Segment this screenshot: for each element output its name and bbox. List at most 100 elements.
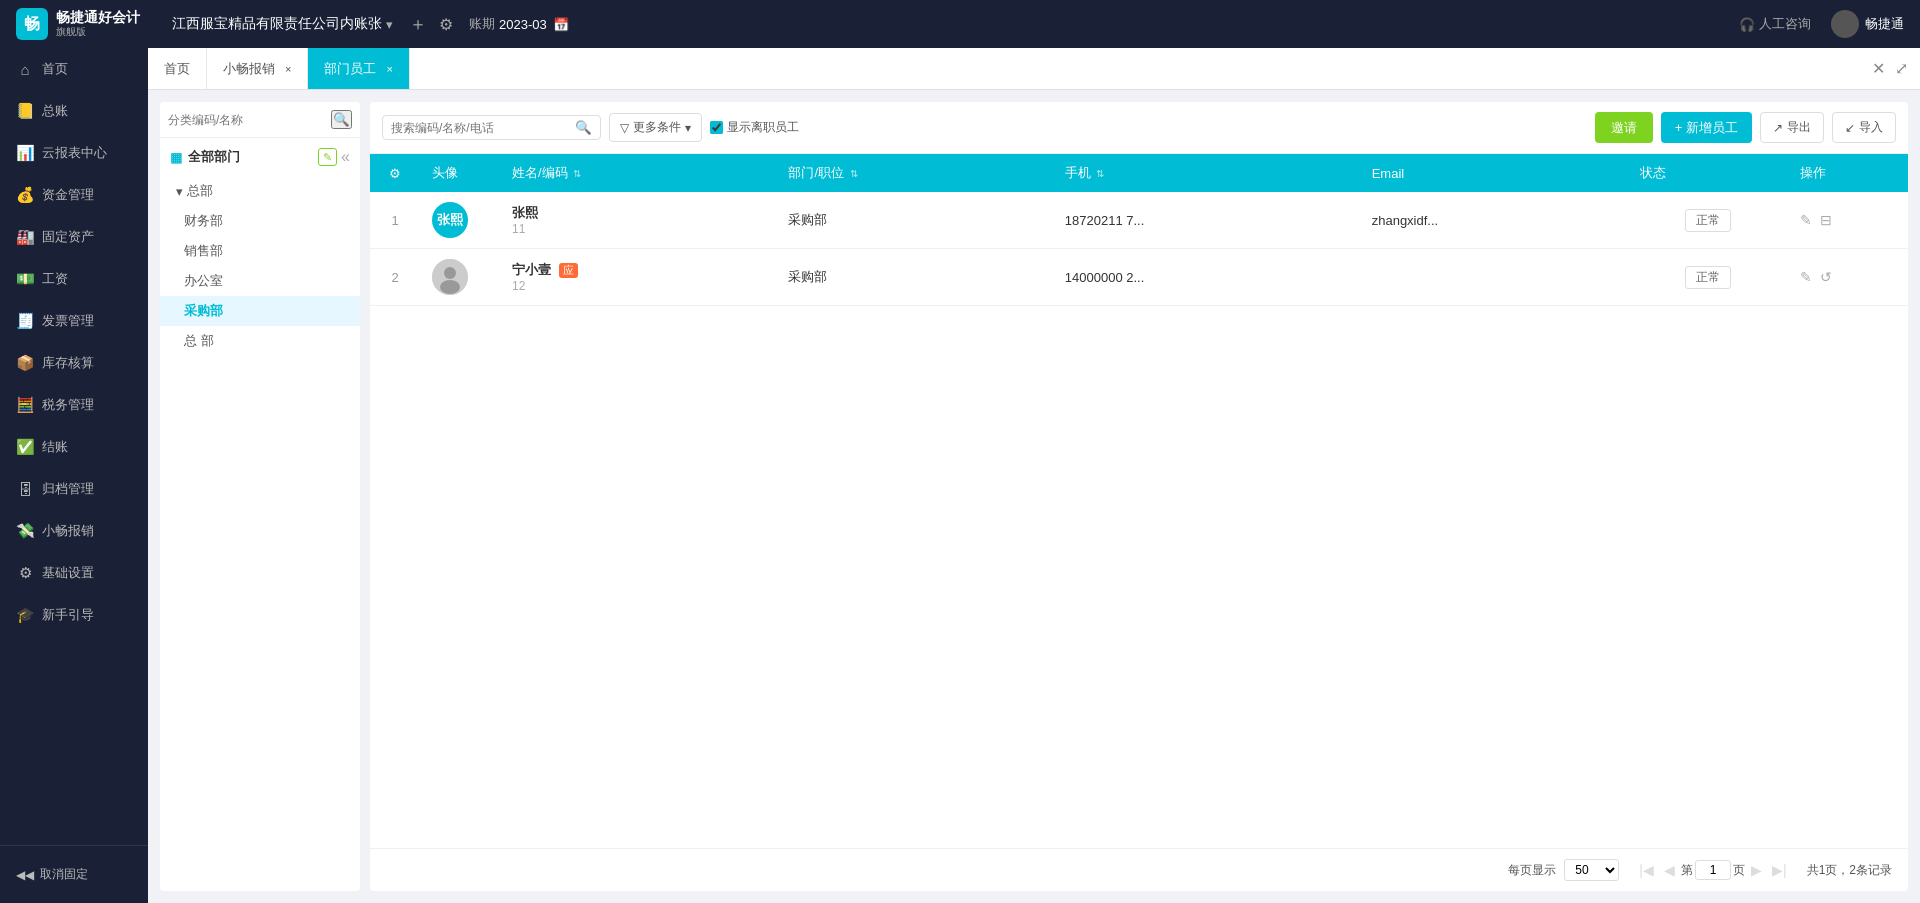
user-menu[interactable]: 畅捷通 xyxy=(1831,10,1904,38)
dept-node-purchase[interactable]: 采购部 xyxy=(160,296,360,326)
company-name: 江西服宝精品有限责任公司内账张 xyxy=(172,15,382,33)
invite-btn[interactable]: 邀请 xyxy=(1595,112,1653,143)
emp-name-2: 宁小壹 xyxy=(512,261,551,279)
sidebar-item-archive[interactable]: 🗄 归档管理 xyxy=(0,468,148,510)
add-emp-btn[interactable]: + 新增员工 xyxy=(1661,112,1752,143)
dept-search-icon[interactable]: 🔍 xyxy=(331,110,352,129)
sidebar-item-tax[interactable]: 🧮 税务管理 xyxy=(0,384,148,426)
dept-node-finance[interactable]: 财务部 xyxy=(160,206,360,236)
sidebar-item-expense[interactable]: 💸 小畅报销 xyxy=(0,510,148,552)
dept-search-bar: 🔍 xyxy=(160,102,360,138)
sidebar-item-inventory[interactable]: 📦 库存核算 xyxy=(0,342,148,384)
page-input[interactable] xyxy=(1695,860,1731,880)
status-badge-1: 正常 xyxy=(1685,209,1731,232)
cancel-fixed-btn[interactable]: ◀◀ 取消固定 xyxy=(0,856,148,893)
export-icon: ↗ xyxy=(1773,121,1783,135)
tab-expand-btn[interactable]: ⤢ xyxy=(1895,59,1908,78)
filter-btn[interactable]: ▽ 更多条件 ▾ xyxy=(609,113,702,142)
dept-node-office[interactable]: 办公室 xyxy=(160,266,360,296)
logout-icon-1[interactable]: ⊟ xyxy=(1820,212,1832,228)
invoice-icon: 🧾 xyxy=(16,312,34,330)
tab-dept-emp[interactable]: 部门员工 × xyxy=(308,48,409,89)
emp-tag-2: 应 xyxy=(559,263,578,278)
show-resigned-checkbox[interactable] xyxy=(710,121,723,134)
toolbar-right: 邀请 + 新增员工 ↗ 导出 ↙ 导入 xyxy=(1595,112,1896,143)
sidebar-item-funds[interactable]: 💰 资金管理 xyxy=(0,174,148,216)
emp-table: ⚙ 头像 姓名/编码 ⇅ 部门/职位 ⇅ 手机 ⇅ Email 状态 操作 xyxy=(370,154,1908,306)
page-prev-btn[interactable]: ◀ xyxy=(1660,860,1679,880)
sidebar-label-funds: 资金管理 xyxy=(42,186,94,204)
content-area: 首页 小畅报销 × 部门员工 × ✕ ⤢ 🔍 xyxy=(148,48,1920,903)
sidebar-label-guide: 新手引导 xyxy=(42,606,94,624)
company-dropdown-icon[interactable]: ▾ xyxy=(386,17,393,32)
sidebar-item-invoice[interactable]: 🧾 发票管理 xyxy=(0,300,148,342)
sidebar-item-ledger[interactable]: 📒 总账 xyxy=(0,90,148,132)
checkout-icon: ✅ xyxy=(16,438,34,456)
th-dept-pos[interactable]: 部门/职位 ⇅ xyxy=(776,154,1052,192)
th-phone[interactable]: 手机 ⇅ xyxy=(1053,154,1360,192)
th-actions: 操作 xyxy=(1788,154,1908,192)
page-last-btn[interactable]: ▶| xyxy=(1768,860,1791,880)
tab-expense[interactable]: 小畅报销 × xyxy=(207,48,308,89)
row-phone-1: 18720211 7... xyxy=(1053,192,1360,249)
emp-search-btn[interactable]: 🔍 xyxy=(575,120,592,135)
sidebar-item-reports[interactable]: 📊 云报表中心 xyxy=(0,132,148,174)
row-email-2 xyxy=(1360,249,1628,306)
settings-icon[interactable]: ⚙ xyxy=(439,15,453,34)
page-unit-label: 页 xyxy=(1733,862,1745,879)
dept-node-sales[interactable]: 销售部 xyxy=(160,236,360,266)
tab-dept-emp-close[interactable]: × xyxy=(386,63,392,75)
page-next-btn[interactable]: ▶ xyxy=(1747,860,1766,880)
dept-collapse-icon[interactable]: « xyxy=(341,148,350,166)
per-page-select[interactable]: 50 10 20 100 xyxy=(1564,859,1619,881)
sidebar-item-settings[interactable]: ⚙ 基础设置 xyxy=(0,552,148,594)
show-resigned-label[interactable]: 显示离职员工 xyxy=(710,119,799,136)
salary-icon: 💵 xyxy=(16,270,34,288)
tab-home[interactable]: 首页 xyxy=(148,48,207,89)
filter-icon: ▽ xyxy=(620,121,629,135)
dept-edit-icon[interactable]: ✎ xyxy=(318,148,337,166)
export-label: 导出 xyxy=(1787,119,1811,136)
edit-icon-1[interactable]: ✎ xyxy=(1800,212,1812,228)
avatar-img-2 xyxy=(432,259,468,295)
add-company-icon[interactable]: ＋ xyxy=(409,12,427,36)
page-first-btn[interactable]: |◀ xyxy=(1635,860,1658,880)
page-current-label: 第 xyxy=(1681,862,1693,879)
dept-node-hq[interactable]: 总 部 xyxy=(160,326,360,356)
sidebar-item-checkout[interactable]: ✅ 结账 xyxy=(0,426,148,468)
export-btn[interactable]: ↗ 导出 xyxy=(1760,112,1824,143)
th-settings[interactable]: ⚙ xyxy=(370,154,420,192)
row-dept-1: 采购部 xyxy=(776,192,1052,249)
sidebar-item-salary[interactable]: 💵 工资 xyxy=(0,258,148,300)
th-name-code[interactable]: 姓名/编码 ⇅ xyxy=(500,154,776,192)
guide-icon: 🎓 xyxy=(16,606,34,624)
service-btn[interactable]: 🎧 人工咨询 xyxy=(1739,15,1811,33)
dept-panel: 🔍 ▦ 全部部门 ✎ « ▾ 总部 财务部 xyxy=(160,102,360,891)
home-icon: ⌂ xyxy=(16,61,34,78)
tab-expense-close[interactable]: × xyxy=(285,63,291,75)
import-btn[interactable]: ↙ 导入 xyxy=(1832,112,1896,143)
row-phone-2: 14000000 2... xyxy=(1053,249,1360,306)
sidebar-item-guide[interactable]: 🎓 新手引导 xyxy=(0,594,148,636)
sidebar-label-checkout: 结账 xyxy=(42,438,68,456)
emp-code-2: 12 xyxy=(512,279,764,293)
tab-close-btn[interactable]: ✕ xyxy=(1872,59,1885,78)
sidebar-item-assets[interactable]: 🏭 固定资产 xyxy=(0,216,148,258)
tab-expense-label: 小畅报销 xyxy=(223,60,275,78)
sidebar-label-salary: 工资 xyxy=(42,270,68,288)
sidebar-item-home[interactable]: ⌂ 首页 xyxy=(0,48,148,90)
pagination: 每页显示 50 10 20 100 |◀ ◀ 第 页 ▶ ▶| xyxy=(370,848,1908,891)
emp-search-input[interactable] xyxy=(391,121,571,135)
main-layout: ⌂ 首页 📒 总账 📊 云报表中心 💰 资金管理 🏭 固定资产 💵 工资 🧾 发… xyxy=(0,48,1920,903)
status-badge-2: 正常 xyxy=(1685,266,1731,289)
dept-search-input[interactable] xyxy=(168,113,331,127)
app-title: 畅捷通好会计 xyxy=(56,9,140,26)
user-name: 畅捷通 xyxy=(1865,15,1904,33)
edit-icon-2[interactable]: ✎ xyxy=(1800,269,1812,285)
dept-node-general[interactable]: ▾ 总部 xyxy=(160,176,360,206)
dept-node-label: 财务部 xyxy=(184,212,223,230)
sidebar: ⌂ 首页 📒 总账 📊 云报表中心 💰 资金管理 🏭 固定资产 💵 工资 🧾 发… xyxy=(0,48,148,903)
emp-search-box: 🔍 xyxy=(382,115,601,140)
delete-icon-2[interactable]: ↺ xyxy=(1820,269,1832,285)
calendar-icon[interactable]: 📅 xyxy=(553,17,569,32)
